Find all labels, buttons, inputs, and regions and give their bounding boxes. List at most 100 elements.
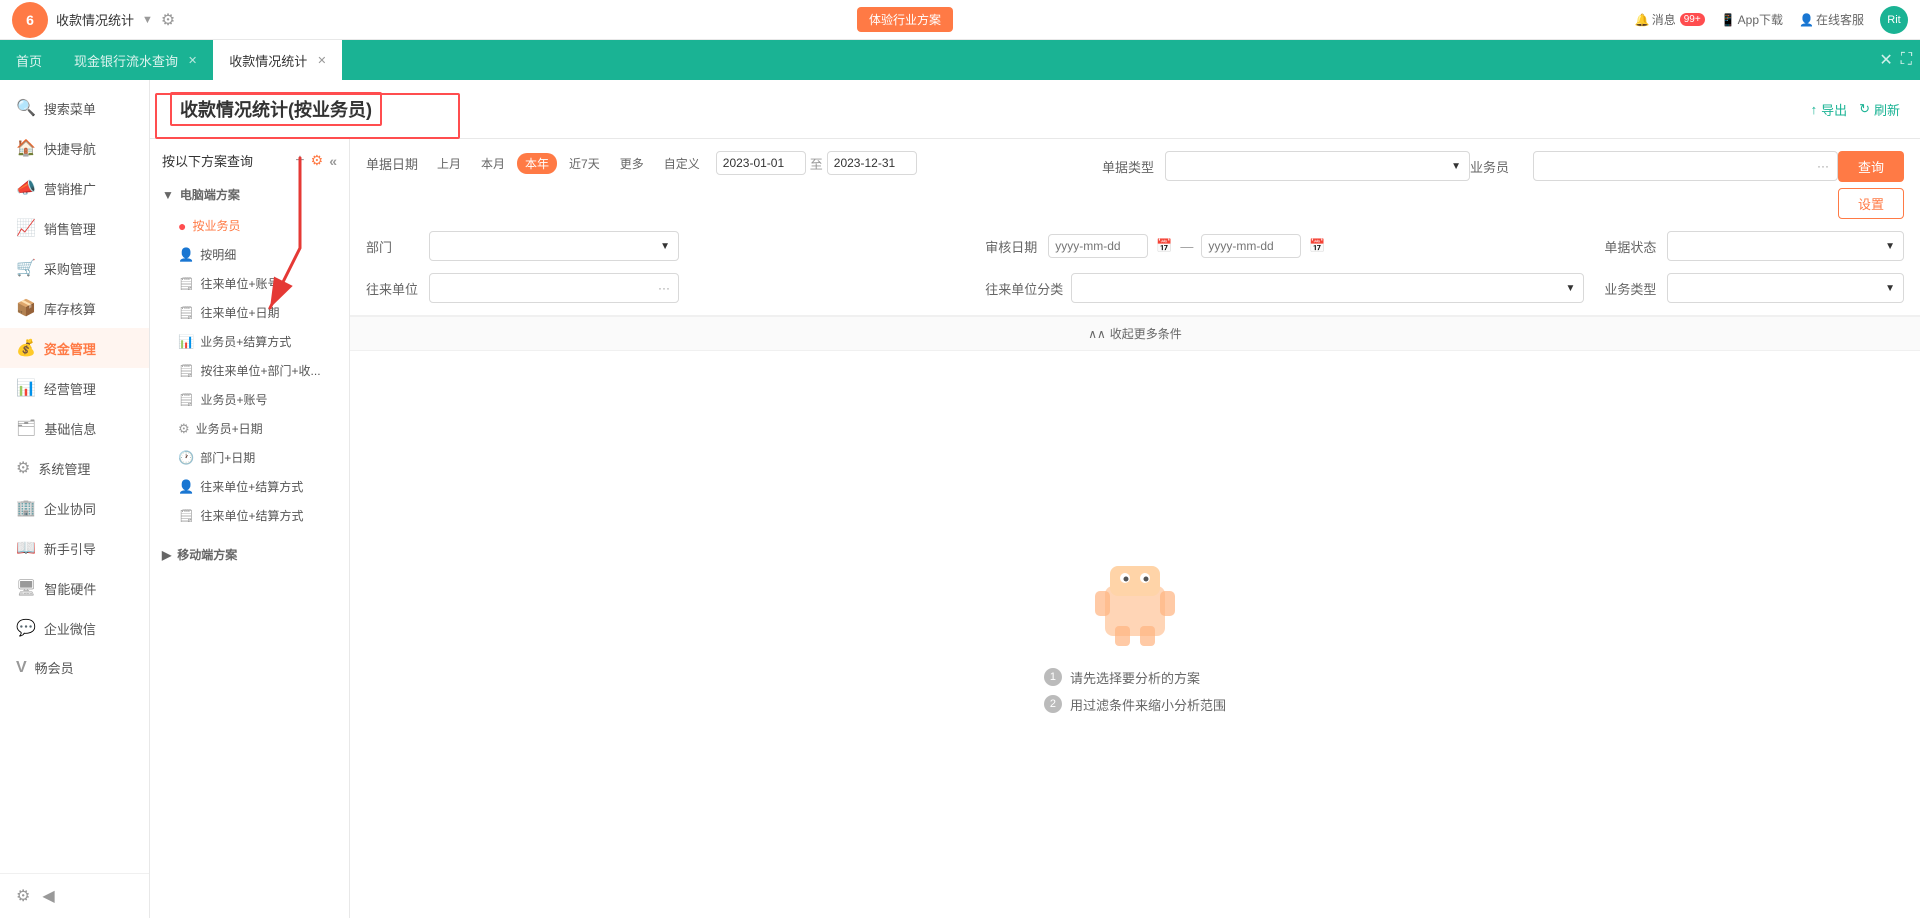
review-to-calendar-icon[interactable]: 📅 <box>1309 238 1325 254</box>
settings-icon[interactable]: ⚙ <box>161 10 175 30</box>
chevron-down-icon[interactable]: ▼ <box>142 14 153 26</box>
date-tab-more[interactable]: 更多 <box>612 153 652 174</box>
sidebar-item-capital[interactable]: 💰 资金管理 <box>0 328 149 368</box>
basic-info-icon: 🗂 <box>16 418 36 438</box>
empty-tip-2: 2 用过滤条件来缩小分析范围 <box>1044 695 1226 714</box>
quick-nav-icon: 🏠 <box>16 138 36 158</box>
filter-buttons: 查询 设置 <box>1838 151 1904 219</box>
date-tab-7days[interactable]: 近7天 <box>561 153 608 174</box>
notification[interactable]: 🔔 消息 99+ <box>1635 11 1705 28</box>
scheme-salesperson-account[interactable]: 🗒 业务员+账号 <box>166 385 349 414</box>
user-avatar[interactable]: Rit <box>1880 6 1908 34</box>
date-to-input[interactable] <box>827 151 917 175</box>
sidebar-item-search-menu[interactable]: 🔍 搜索菜单 <box>0 88 149 128</box>
salesperson-select[interactable]: ··· <box>1533 151 1838 181</box>
sidebar-item-smart-hw[interactable]: 🖥 智能硬件 <box>0 568 149 608</box>
scheme-by-detail[interactable]: 👤 按明细 <box>166 240 349 269</box>
sidebar-item-system[interactable]: ⚙ 系统管理 <box>0 448 149 488</box>
sidebar-item-operation[interactable]: 📊 经营管理 <box>0 368 149 408</box>
scheme-counterpart-date[interactable]: 🗒 往来单位+日期 <box>166 298 349 327</box>
dept-filter: 部门 ▼ <box>366 231 965 261</box>
date-tab-this-month[interactable]: 本月 <box>473 153 513 174</box>
tab-home[interactable]: 首页 <box>0 40 58 80</box>
sidebar-item-basic-info[interactable]: 🗂 基础信息 <box>0 408 149 448</box>
trial-button[interactable]: 体验行业方案 <box>857 7 953 32</box>
sidebar-item-quick-nav[interactable]: 🏠 快捷导航 <box>0 128 149 168</box>
salesperson-more-icon: ··· <box>1817 159 1829 173</box>
expand-icon: ▼ <box>162 188 174 202</box>
date-tab-last-month[interactable]: 上月 <box>429 153 469 174</box>
counterpart-category-select[interactable]: ▼ <box>1071 273 1584 303</box>
query-button[interactable]: 查询 <box>1838 151 1904 182</box>
date-from-input[interactable] <box>716 151 806 175</box>
sidebar-settings-icon[interactable]: ⚙ <box>16 886 30 906</box>
active-indicator: ● <box>178 218 186 234</box>
dept-select[interactable]: ▼ <box>429 231 679 261</box>
online-service[interactable]: 👤 在线客服 <box>1799 11 1864 28</box>
notification-badge: 99+ <box>1680 13 1705 26</box>
review-date-filter: 审核日期 📅 — 📅 <box>985 234 1584 258</box>
filter-area: 单据日期 上月 本月 本年 近7天 更多 自定义 至 <box>350 139 1920 316</box>
review-to-input[interactable] <box>1201 234 1301 258</box>
salesperson-filter: 业务员 ··· <box>1470 151 1838 181</box>
sidebar: 🔍 搜索菜单 🏠 快捷导航 📣 营销推广 📈 销售管理 🛒 采购管理 📦 库存核… <box>0 80 150 918</box>
desktop-section[interactable]: ▼ 电脑端方案 <box>150 178 349 211</box>
settings-button[interactable]: 设置 <box>1838 188 1904 219</box>
doc-status-filter: 单据状态 ▼ <box>1604 231 1904 261</box>
counterpart-category-chevron-icon: ▼ <box>1566 283 1576 294</box>
left-panel: 按以下方案查询 + ⚙ « ▼ 电脑端方案 ● 按业务员 <box>150 139 350 918</box>
biz-type-label: 业务类型 <box>1604 279 1659 298</box>
sidebar-item-sales[interactable]: 📈 销售管理 <box>0 208 149 248</box>
review-from-calendar-icon[interactable]: 📅 <box>1156 238 1172 254</box>
doc-type-select[interactable]: ▼ <box>1165 151 1470 181</box>
empty-tips: 1 请先选择要分析的方案 2 用过滤条件来缩小分析范围 <box>1044 668 1226 714</box>
export-button[interactable]: ↑ 导出 <box>1811 100 1848 119</box>
refresh-button[interactable]: ↻ 刷新 <box>1859 100 1900 119</box>
scheme-by-salesperson[interactable]: ● 按业务员 <box>166 211 349 240</box>
sidebar-item-enterprise[interactable]: 🏢 企业协同 <box>0 488 149 528</box>
add-scheme-icon[interactable]: + <box>295 152 304 170</box>
sidebar-item-guide[interactable]: 📖 新手引导 <box>0 528 149 568</box>
scheme-settings-icon[interactable]: ⚙ <box>311 152 324 169</box>
biz-type-chevron-icon: ▼ <box>1885 283 1895 294</box>
date-tab-this-year[interactable]: 本年 <box>517 153 557 174</box>
scheme-salesperson-settlement[interactable]: 📊 业务员+结算方式 <box>166 327 349 356</box>
dd-icon: 🕐 <box>178 450 194 466</box>
purchase-icon: 🛒 <box>16 258 36 278</box>
doc-status-select[interactable]: ▼ <box>1667 231 1904 261</box>
right-content: 单据日期 上月 本月 本年 近7天 更多 自定义 至 <box>350 139 1920 918</box>
scheme-dept-date[interactable]: 🕐 部门+日期 <box>166 443 349 472</box>
tab-close-bank-flow[interactable]: ✕ <box>188 54 197 67</box>
tab-receipt-stats[interactable]: 收款情况统计 ✕ <box>213 40 342 80</box>
capital-icon: 💰 <box>16 338 36 358</box>
close-window-icon[interactable]: ✕ <box>1879 50 1892 70</box>
scheme-unit-settlement[interactable]: 👤 往来单位+结算方式 <box>166 472 349 501</box>
tab-bank-flow[interactable]: 现金银行流水查询 ✕ <box>58 40 213 80</box>
filter-row-1: 单据日期 上月 本月 本年 近7天 更多 自定义 至 <box>366 151 1904 219</box>
collapse-panel-icon[interactable]: « <box>329 153 337 169</box>
collapse-bar[interactable]: ∧∧ 收起更多条件 <box>350 316 1920 351</box>
review-date-label: 审核日期 <box>985 237 1040 256</box>
counterpart-select[interactable]: ··· <box>429 273 679 303</box>
sidebar-item-wechat[interactable]: 💬 企业微信 <box>0 608 149 648</box>
scheme-by-unit-dept[interactable]: 🗒 按往来单位+部门+收... <box>166 356 349 385</box>
mobile-section[interactable]: ▶ 移动端方案 <box>150 538 349 571</box>
scheme-counterpart-account[interactable]: 🗒 往来单位+账号 <box>166 269 349 298</box>
sidebar-item-vip[interactable]: V 畅会员 <box>0 648 149 687</box>
top-bar: 6 收款情况统计 ▼ ⚙ 体验行业方案 🔔 消息 99+ 📱 App下载 👤 在… <box>0 0 1920 40</box>
review-from-input[interactable] <box>1048 234 1148 258</box>
sidebar-collapse-icon[interactable]: ◀ <box>42 886 54 906</box>
scheme-unit-settlement2[interactable]: 🗒 往来单位+结算方式 <box>166 501 349 530</box>
collapse-up-icon: ∧∧ <box>1088 327 1106 341</box>
date-tab-custom[interactable]: 自定义 <box>656 153 708 174</box>
sidebar-item-inventory[interactable]: 📦 库存核算 <box>0 288 149 328</box>
sidebar-item-purchase[interactable]: 🛒 采购管理 <box>0 248 149 288</box>
maximize-icon[interactable]: ⛶ <box>1901 51 1912 69</box>
tab-close-receipt-stats[interactable]: ✕ <box>317 54 326 67</box>
app-download[interactable]: 📱 App下载 <box>1721 11 1783 28</box>
sidebar-item-marketing[interactable]: 📣 营销推广 <box>0 168 149 208</box>
salesperson-label: 业务员 <box>1470 157 1525 176</box>
scheme-salesperson-date[interactable]: ⚙ 业务员+日期 <box>166 414 349 443</box>
ud-icon: 🗒 <box>178 363 195 379</box>
biz-type-select[interactable]: ▼ <box>1667 273 1904 303</box>
